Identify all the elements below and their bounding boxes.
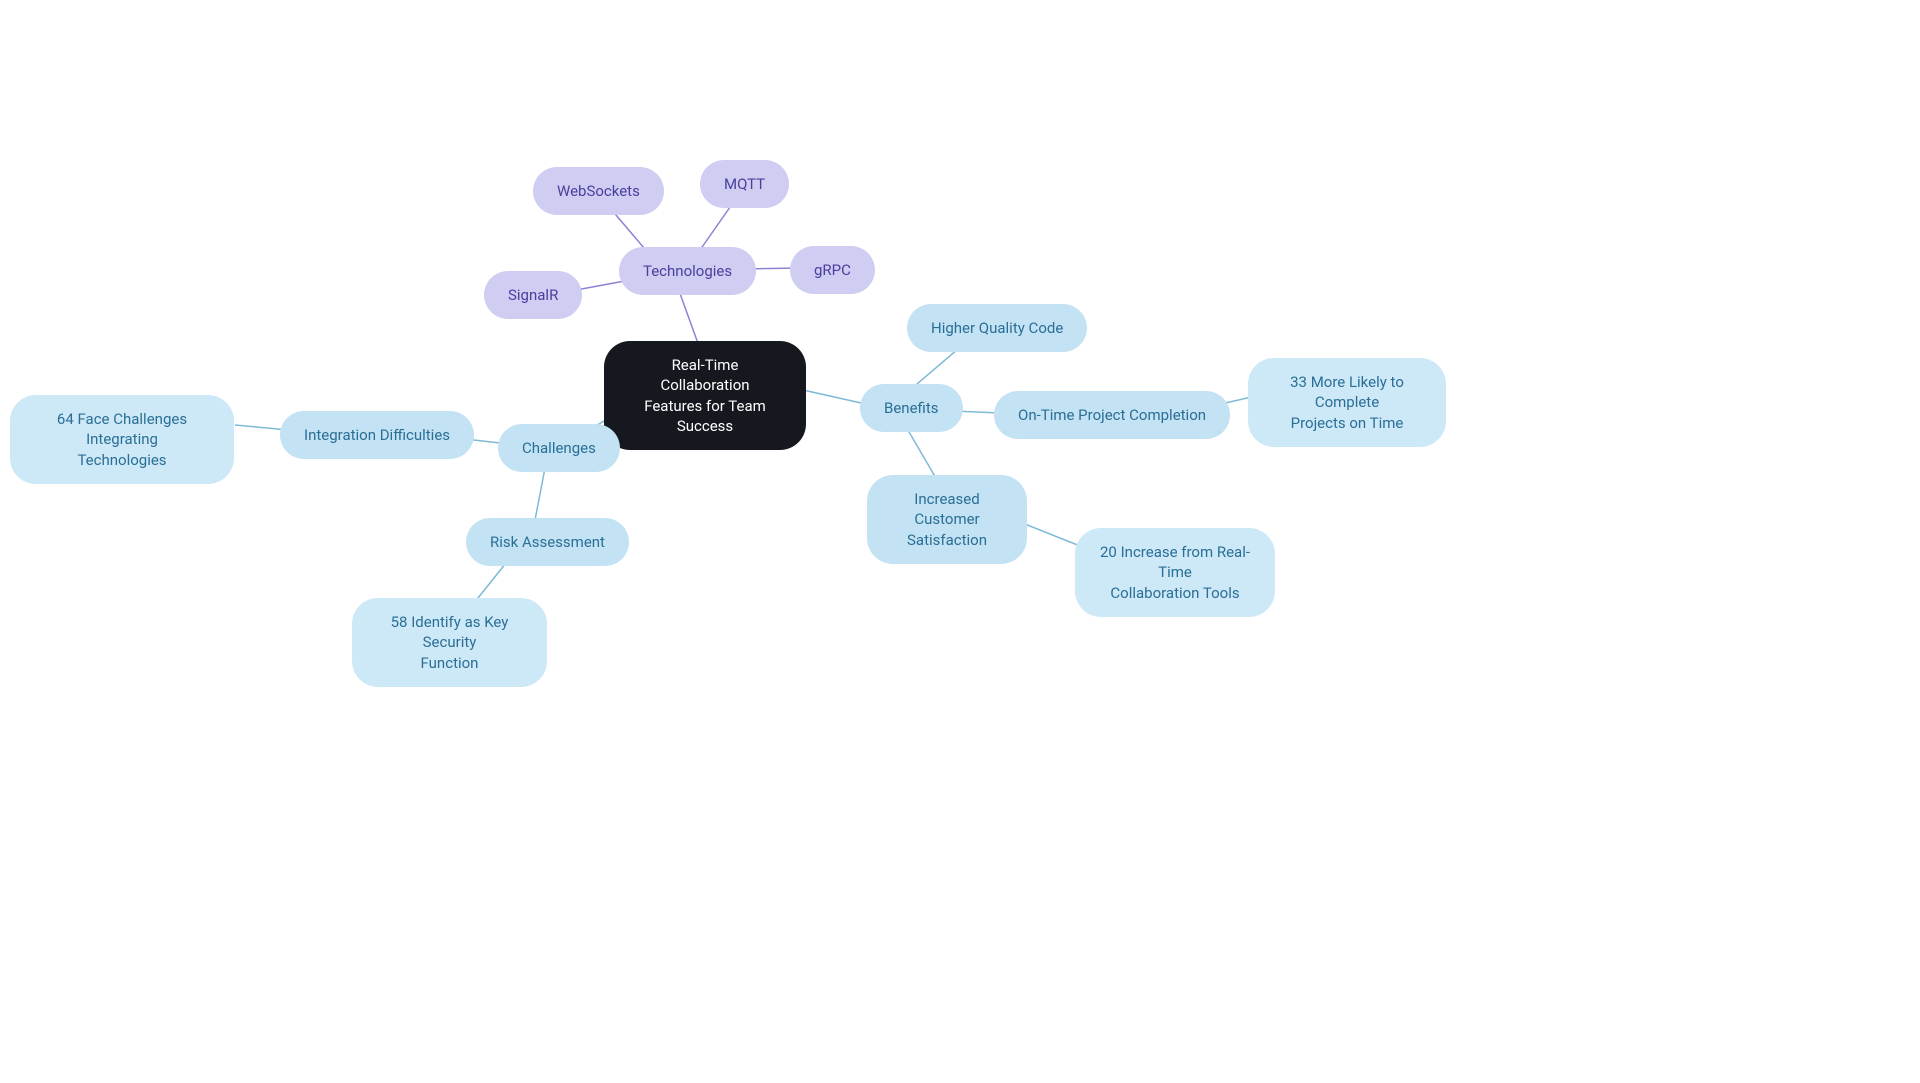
benefits-label: Benefits — [884, 398, 939, 418]
risk-label: Risk Assessment — [490, 532, 605, 552]
integration-stat-node: 64 Face Challenges IntegratingTechnologi… — [10, 395, 234, 484]
challenges-node: Challenges — [498, 424, 620, 472]
websockets-node: WebSockets — [533, 167, 664, 215]
integration-stat-label: 64 Face Challenges IntegratingTechnologi… — [34, 409, 210, 470]
grpc-label: gRPC — [814, 260, 851, 280]
integration-node: Integration Difficulties — [280, 411, 474, 459]
ontime-node: On-Time Project Completion — [994, 391, 1230, 439]
benefits-node: Benefits — [860, 384, 963, 432]
center-label: Real-Time CollaborationFeatures for Team… — [628, 355, 782, 436]
satisfaction-stat-node: 20 Increase from Real-TimeCollaboration … — [1075, 528, 1275, 617]
quality-label: Higher Quality Code — [931, 318, 1063, 338]
mqtt-label: MQTT — [724, 174, 765, 194]
technologies-label: Technologies — [643, 261, 732, 281]
mqtt-node: MQTT — [700, 160, 789, 208]
ontime-stat-node: 33 More Likely to CompleteProjects on Ti… — [1248, 358, 1446, 447]
websockets-label: WebSockets — [557, 181, 640, 201]
risk-stat-node: 58 Identify as Key SecurityFunction — [352, 598, 547, 687]
risk-stat-label: 58 Identify as Key SecurityFunction — [376, 612, 523, 673]
technologies-node: Technologies — [619, 247, 756, 295]
satisfaction-node: Increased CustomerSatisfaction — [867, 475, 1027, 564]
risk-node: Risk Assessment — [466, 518, 629, 566]
edge-challenges-risk — [535, 468, 545, 520]
quality-node: Higher Quality Code — [907, 304, 1087, 352]
center-node: Real-Time CollaborationFeatures for Team… — [604, 341, 806, 450]
challenges-label: Challenges — [522, 438, 596, 458]
integration-label: Integration Difficulties — [304, 425, 450, 445]
grpc-node: gRPC — [790, 246, 875, 294]
ontime-label: On-Time Project Completion — [1018, 405, 1206, 425]
satisfaction-stat-label: 20 Increase from Real-TimeCollaboration … — [1099, 542, 1251, 603]
satisfaction-label: Increased CustomerSatisfaction — [891, 489, 1003, 550]
ontime-stat-label: 33 More Likely to CompleteProjects on Ti… — [1272, 372, 1422, 433]
signalr-label: SignalR — [508, 285, 558, 305]
signalr-node: SignalR — [484, 271, 582, 319]
